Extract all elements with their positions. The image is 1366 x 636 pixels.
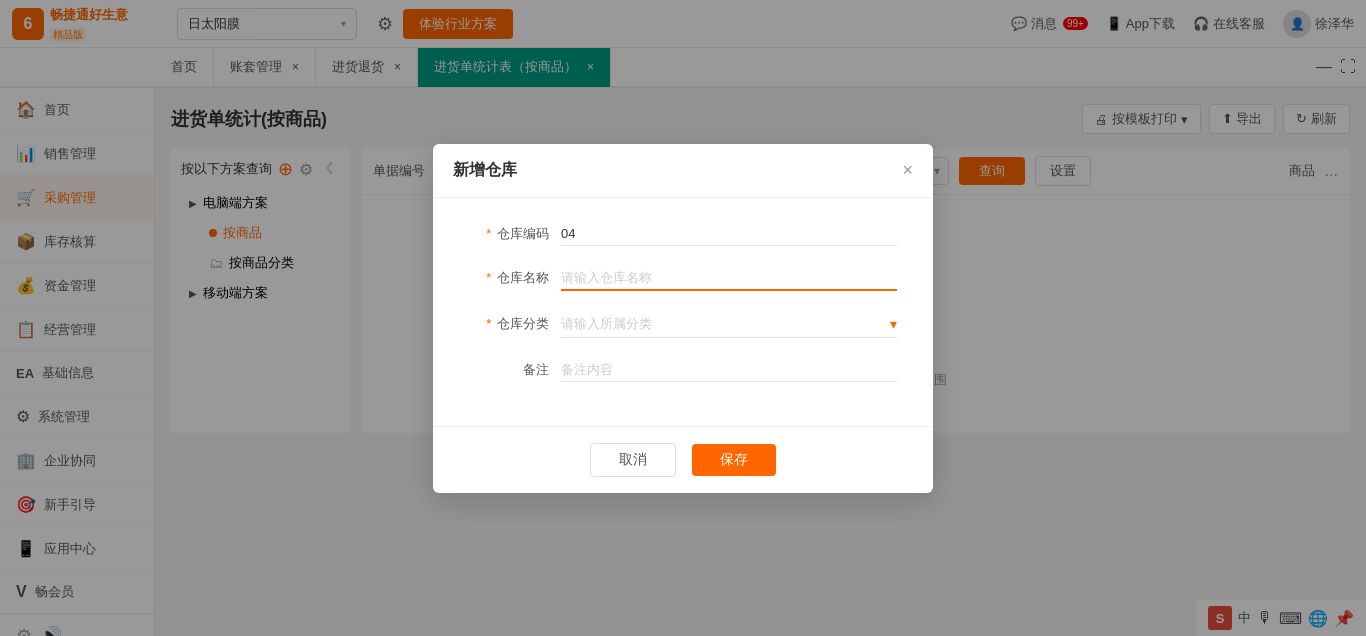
modal-body: * 仓库编码 * 仓库名称 * 仓库分类 请输入所属 bbox=[433, 198, 933, 426]
name-label: * 仓库名称 bbox=[469, 269, 549, 287]
save-button[interactable]: 保存 bbox=[692, 444, 776, 476]
warehouse-code-input[interactable] bbox=[561, 222, 897, 246]
cancel-button[interactable]: 取消 bbox=[590, 443, 676, 477]
warehouse-category-select[interactable]: 请输入所属分类 ▾ bbox=[561, 311, 897, 338]
note-label: 备注 bbox=[469, 361, 549, 379]
form-row-category: * 仓库分类 请输入所属分类 ▾ bbox=[469, 311, 897, 338]
warehouse-note-input[interactable] bbox=[561, 358, 897, 382]
add-warehouse-modal: 新增仓库 × * 仓库编码 * 仓库名称 bbox=[433, 144, 933, 493]
modal-header: 新增仓库 × bbox=[433, 144, 933, 198]
form-row-code: * 仓库编码 bbox=[469, 222, 897, 246]
form-row-name: * 仓库名称 bbox=[469, 266, 897, 291]
category-label: * 仓库分类 bbox=[469, 315, 549, 333]
modal-title: 新增仓库 bbox=[453, 160, 517, 181]
category-dropdown-icon: ▾ bbox=[890, 316, 897, 332]
form-row-note: 备注 bbox=[469, 358, 897, 382]
code-label: * 仓库编码 bbox=[469, 225, 549, 243]
modal-overlay: 新增仓库 × * 仓库编码 * 仓库名称 bbox=[0, 0, 1366, 636]
modal-close-button[interactable]: × bbox=[902, 160, 913, 181]
warehouse-name-input[interactable] bbox=[561, 266, 897, 291]
modal-footer: 取消 保存 bbox=[433, 426, 933, 493]
